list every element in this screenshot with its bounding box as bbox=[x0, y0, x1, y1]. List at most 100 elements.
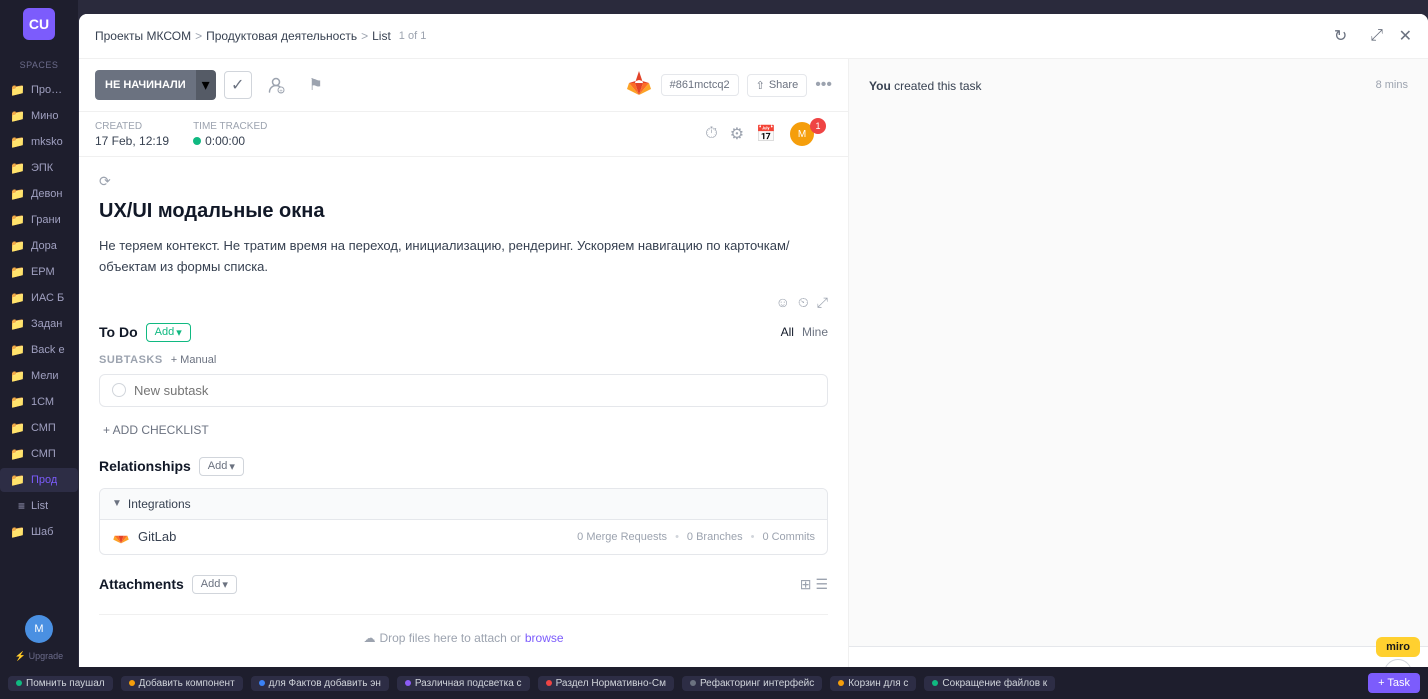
breadcrumb-root[interactable]: Проекты МКСОМ bbox=[95, 29, 191, 43]
task-chip-7[interactable]: Сокращение файлов к bbox=[924, 676, 1055, 691]
task-chip-label: Сокращение файлов к bbox=[942, 678, 1047, 689]
sidebar-item-dora[interactable]: 📁 Дора bbox=[0, 234, 78, 258]
avatar-group: М 1 bbox=[788, 120, 832, 148]
sidebar-item-smp2[interactable]: 📁 СМП bbox=[0, 442, 78, 466]
sidebar: CU SPACES 📁 Проекты 📁 Мино 📁 mksko 📁 ЭПК… bbox=[0, 0, 78, 699]
created-meta: CREATED 17 Feb, 12:19 bbox=[95, 121, 169, 148]
task-dot bbox=[838, 680, 844, 686]
svg-text:+: + bbox=[279, 89, 283, 94]
sidebar-item-label: List bbox=[31, 500, 48, 512]
sidebar-item-mksko[interactable]: 📁 mksko bbox=[0, 130, 78, 154]
subtasks-header: SUBTASKS + Manual bbox=[99, 354, 828, 366]
new-subtask-input[interactable] bbox=[134, 383, 815, 398]
task-chip-6[interactable]: Корзин для с bbox=[830, 676, 916, 691]
modal-body: НЕ НАЧИНАЛИ ▾ ✓ + ⚑ bbox=[79, 59, 1428, 699]
calendar-icon[interactable]: 📅 bbox=[756, 124, 776, 144]
merge-requests-stat: 0 Merge Requests bbox=[577, 531, 667, 543]
stat-sep2: • bbox=[751, 531, 755, 543]
task-content: ⟳ UX/UI модальные окна Не теряем контекс… bbox=[79, 157, 848, 699]
manual-button[interactable]: + Manual bbox=[171, 354, 217, 366]
share-task-button[interactable]: ⇧ Share bbox=[747, 74, 808, 97]
grid-view-button[interactable]: ⊞ bbox=[800, 576, 812, 593]
task-chip-5[interactable]: Рефакторинг интерфейс bbox=[682, 676, 822, 691]
task-description[interactable]: Не теряем контекст. Не тратим время на п… bbox=[99, 236, 828, 278]
sidebar-item-prod[interactable]: 📁 Прод bbox=[0, 468, 78, 492]
sidebar-item-epk[interactable]: 📁 ЭПК bbox=[0, 156, 78, 180]
sidebar-item-mino[interactable]: 📁 Мино bbox=[0, 104, 78, 128]
breadcrumb-sep1: > bbox=[195, 29, 202, 43]
assign-icon[interactable]: + bbox=[260, 69, 292, 101]
task-chip-3[interactable]: Различная подсветка с bbox=[397, 676, 530, 691]
task-chip-label: для Фактов добавить эн bbox=[269, 678, 381, 689]
sidebar-item-gran[interactable]: 📁 Грани bbox=[0, 208, 78, 232]
app-logo[interactable]: CU bbox=[23, 8, 55, 40]
todo-filters: All Mine bbox=[781, 325, 828, 339]
task-panel: НЕ НАЧИНАЛИ ▾ ✓ + ⚑ bbox=[79, 59, 849, 699]
gitlab-row-icon bbox=[112, 528, 130, 546]
refresh-icon[interactable]: ↻ bbox=[1327, 22, 1355, 50]
sidebar-item-meli[interactable]: 📁 Мели bbox=[0, 364, 78, 388]
task-dot bbox=[259, 680, 265, 686]
close-button[interactable]: ✕ bbox=[1399, 26, 1412, 46]
more-options-button[interactable]: ••• bbox=[815, 76, 832, 94]
timer-icon[interactable]: ⏱ bbox=[705, 125, 717, 143]
sidebar-item-zadach[interactable]: 📁 Задан bbox=[0, 312, 78, 336]
filter-all-button[interactable]: All bbox=[781, 325, 794, 339]
breadcrumb-middle[interactable]: Продуктовая деятельность bbox=[206, 29, 357, 43]
task-dot bbox=[546, 680, 552, 686]
list-view-button[interactable]: ☰ bbox=[815, 576, 828, 593]
task-title[interactable]: UX/UI модальные окна bbox=[99, 198, 828, 224]
filter-mine-button[interactable]: Mine bbox=[802, 325, 828, 339]
fullscreen-icon[interactable]: ⤢ bbox=[817, 294, 828, 311]
history-icon[interactable]: ⏲ bbox=[798, 294, 809, 311]
relationships-add-button[interactable]: Add ▾ bbox=[199, 457, 244, 476]
relationships-title: Relationships bbox=[99, 458, 191, 474]
add-checklist-button[interactable]: + ADD CHECKLIST bbox=[99, 423, 828, 437]
sidebar-item-list[interactable]: ≡ List bbox=[0, 494, 78, 518]
status-dropdown-arrow[interactable]: ▾ bbox=[196, 70, 216, 100]
cloud-upload-icon: ☁ bbox=[363, 631, 375, 645]
sidebar-item-label: Мино bbox=[31, 110, 59, 122]
sidebar-item-proekty[interactable]: 📁 Проекты bbox=[0, 78, 78, 102]
task-chip-2[interactable]: для Фактов добавить эн bbox=[251, 676, 389, 691]
folder-icon: 📁 bbox=[10, 135, 25, 149]
sidebar-item-1cm[interactable]: 📁 1СМ bbox=[0, 390, 78, 414]
upgrade-btn[interactable]: ⚡ Upgrade bbox=[15, 651, 63, 662]
sidebar-item-ias[interactable]: 📁 ИАС Б bbox=[0, 286, 78, 310]
folder-icon: 📁 bbox=[10, 291, 25, 305]
chevron-down-icon: ▾ bbox=[222, 578, 228, 591]
emoji-icon[interactable]: ☺ bbox=[776, 294, 790, 310]
sidebar-item-devon[interactable]: 📁 Девон bbox=[0, 182, 78, 206]
sidebar-item-label: Девон bbox=[31, 188, 62, 200]
todo-add-button[interactable]: Add ▾ bbox=[146, 323, 191, 342]
sidebar-item-back[interactable]: 📁 Back е bbox=[0, 338, 78, 362]
task-chip-1[interactable]: Добавить компонент bbox=[121, 676, 243, 691]
settings-task-icon[interactable]: ⚙ bbox=[730, 124, 744, 144]
folder-icon: 📁 bbox=[10, 239, 25, 253]
task-chip-4[interactable]: Раздел Нормативно-См bbox=[538, 676, 674, 691]
browse-link[interactable]: browse bbox=[525, 631, 564, 645]
sidebar-item-erm[interactable]: 📁 ЕРМ bbox=[0, 260, 78, 284]
flag-icon[interactable]: ⚑ bbox=[300, 69, 332, 101]
user-avatar[interactable]: М bbox=[25, 615, 53, 643]
breadcrumb-current[interactable]: List bbox=[372, 29, 391, 43]
attachments-add-button[interactable]: Add ▾ bbox=[192, 575, 237, 594]
subtasks-label: SUBTASKS bbox=[99, 354, 163, 366]
status-button[interactable]: НЕ НАЧИНАЛИ bbox=[95, 74, 196, 96]
commits-stat: 0 Commits bbox=[762, 531, 815, 543]
new-task-button[interactable]: + Task bbox=[1368, 673, 1420, 693]
chevron-down-icon: ▾ bbox=[176, 326, 182, 339]
task-chip-0[interactable]: Помнить паушал bbox=[8, 676, 113, 691]
miro-badge[interactable]: miro bbox=[1376, 637, 1420, 657]
sidebar-item-label: СМП bbox=[31, 448, 56, 460]
share-icon-small: ⇧ bbox=[756, 79, 765, 92]
expand-icon[interactable]: ⤢ bbox=[1363, 22, 1391, 50]
sidebar-item-shab[interactable]: 📁 Шаб bbox=[0, 520, 78, 544]
complete-check-button[interactable]: ✓ bbox=[224, 71, 252, 99]
sidebar-item-label: ИАС Б bbox=[31, 292, 64, 304]
integrations-header[interactable]: ▼ Integrations bbox=[100, 489, 827, 519]
sidebar-item-smp1[interactable]: 📁 СМП bbox=[0, 416, 78, 440]
task-dot bbox=[690, 680, 696, 686]
task-id-button[interactable]: #861mctcq2 bbox=[661, 74, 739, 96]
list-icon: ≡ bbox=[18, 499, 25, 513]
